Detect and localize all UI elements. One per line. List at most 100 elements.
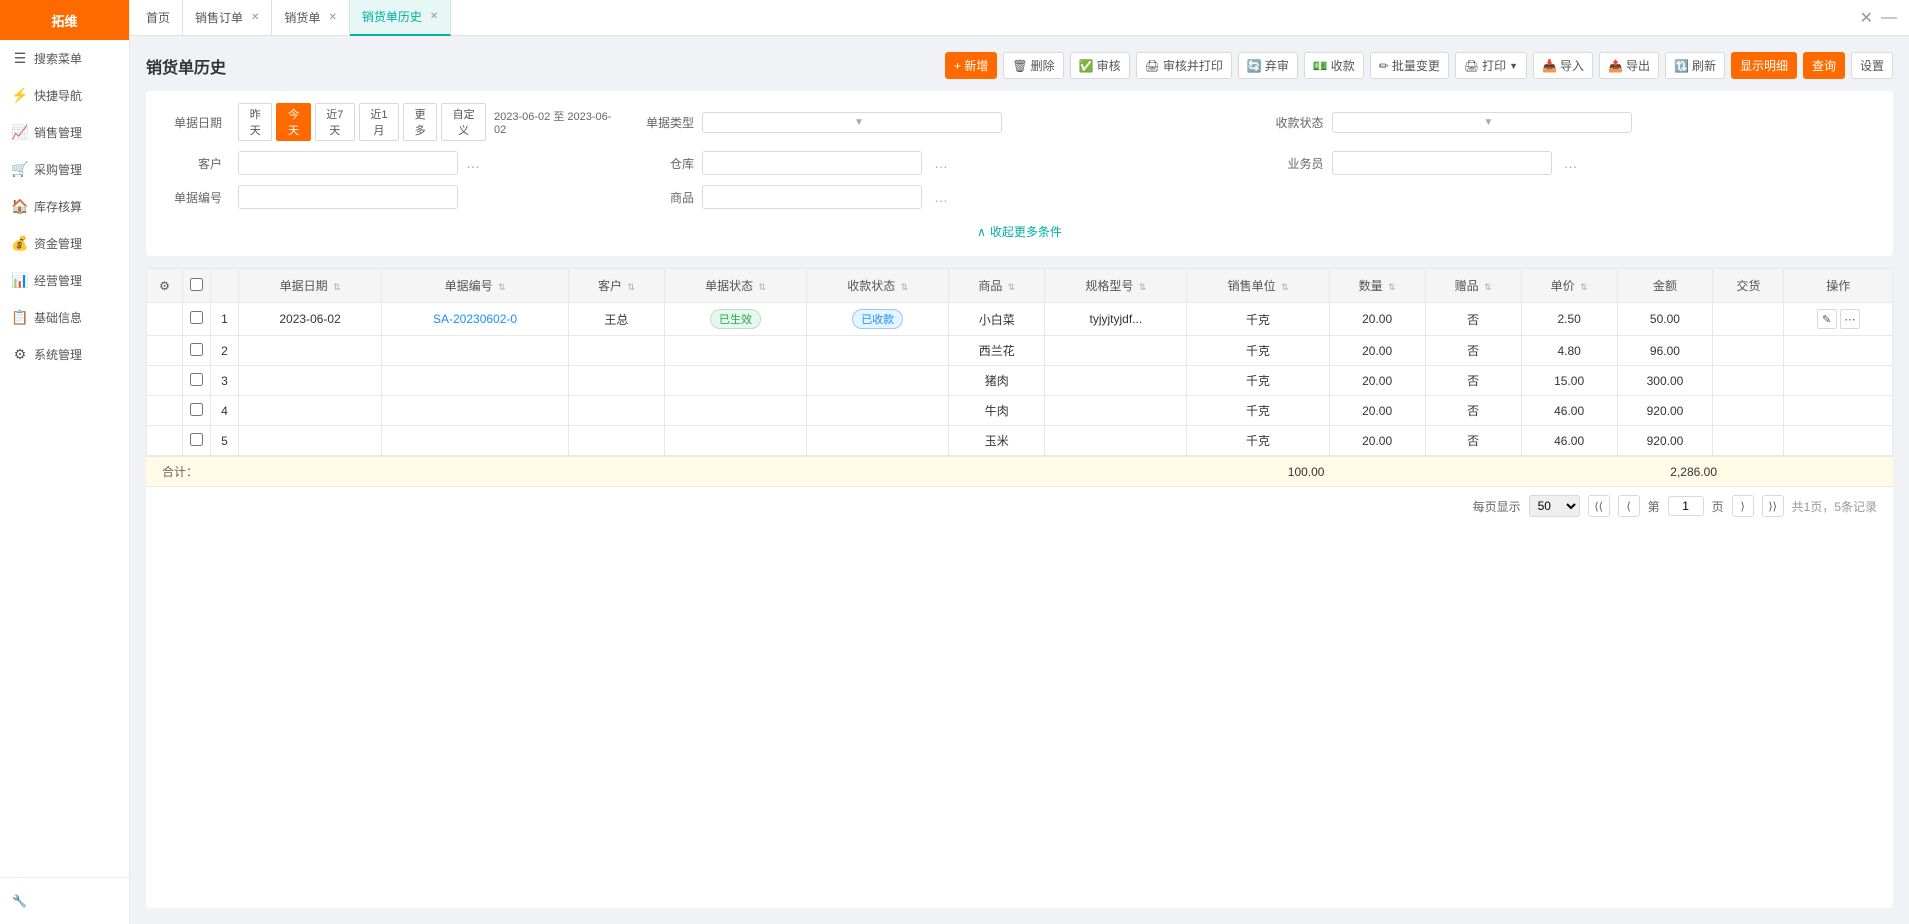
goods-picker-icon[interactable]: … — [930, 189, 952, 205]
sidebar-item-purchase-mgmt[interactable]: 🛒 采购管理 — [0, 151, 129, 188]
import-button[interactable]: 📥 导入 — [1533, 52, 1593, 79]
sidebar-item-search-menu[interactable]: ☰ 搜索菜单 — [0, 40, 129, 77]
col-customer[interactable]: 客户 ⇅ — [568, 269, 664, 303]
prev-page-btn[interactable]: ⟨ — [1618, 495, 1640, 517]
row-checkbox[interactable] — [190, 373, 203, 386]
table-scroll[interactable]: ⚙ 单据日期 ⇅ 单据编号 ⇅ 客户 ⇅ 单据状态 ⇅ 收款状态 ⇅ 商品 ⇅ — [146, 268, 1893, 456]
cell-doc-status — [664, 426, 806, 456]
tab-home-label: 首页 — [146, 9, 170, 26]
customer-picker-icon[interactable]: … — [462, 155, 484, 171]
sidebar-item-finance[interactable]: 💰 资金管理 — [0, 225, 129, 262]
cell-checkbox — [183, 336, 211, 366]
show-details-button[interactable]: 显示明细 — [1731, 52, 1797, 79]
tab-home[interactable]: 首页 — [134, 0, 183, 36]
export-button[interactable]: 📤 导出 — [1599, 52, 1659, 79]
col-doc-status[interactable]: 单据状态 ⇅ — [664, 269, 806, 303]
date-btn-7days[interactable]: 近7天 — [315, 103, 355, 141]
delete-button[interactable]: 🗑 删除 — [1003, 52, 1063, 79]
row-checkbox[interactable] — [190, 403, 203, 416]
col-unit[interactable]: 销售单位 ⇅ — [1187, 269, 1329, 303]
date-btn-1month[interactable]: 近1月 — [359, 103, 399, 141]
batch-change-button[interactable]: ✏ 批量变更 — [1370, 52, 1449, 79]
cell-transaction — [1713, 396, 1784, 426]
warehouse-picker-icon[interactable]: … — [930, 155, 952, 171]
table-row: 3猪肉千克20.00否15.00300.00 — [147, 366, 1893, 396]
sidebar-item-inventory[interactable]: 🏠 库存核算 — [0, 188, 129, 225]
col-gift[interactable]: 赠品 ⇅ — [1425, 269, 1521, 303]
review-print-button[interactable]: 🖨 审核并打印 — [1136, 52, 1232, 79]
sidebar-item-sales-mgmt[interactable]: 📈 销售管理 — [0, 114, 129, 151]
cell-doc-no — [382, 426, 569, 456]
last-page-btn[interactable]: ⟩⟩ — [1762, 495, 1784, 517]
window-minimize-icon[interactable]: — — [1881, 9, 1897, 27]
per-page-select[interactable]: 50 100 200 — [1529, 495, 1580, 517]
new-button[interactable]: + 新增 — [945, 52, 997, 79]
row-checkbox[interactable] — [190, 311, 203, 324]
tab-sales-history[interactable]: 销货单历史 ✕ — [350, 0, 451, 36]
date-btn-custom[interactable]: 自定义 — [441, 103, 486, 141]
collapse-label: 收起更多条件 — [990, 223, 1062, 240]
sidebar-item-system-mgmt[interactable]: ⚙ 系统管理 — [0, 336, 129, 373]
more-action-btn[interactable]: ⋯ — [1840, 309, 1860, 329]
pagination-bar: 每页显示 50 100 200 ⟨⟨ ⟨ 第 页 ⟩ ⟩⟩ 共1页，5条记录 — [146, 486, 1893, 525]
first-page-btn[interactable]: ⟨⟨ — [1588, 495, 1610, 517]
cell-amount: 920.00 — [1617, 426, 1713, 456]
col-settings[interactable]: ⚙ — [147, 269, 183, 303]
goods-label: 商品 — [634, 189, 694, 206]
col-quantity[interactable]: 数量 ⇅ — [1329, 269, 1425, 303]
page-info: 第 — [1648, 498, 1660, 515]
col-goods[interactable]: 商品 ⇅ — [949, 269, 1045, 303]
sidebar-item-operations[interactable]: 📊 经营管理 — [0, 262, 129, 299]
goods-input[interactable] — [702, 185, 922, 209]
query-button[interactable]: 查询 — [1803, 52, 1845, 79]
spec-sort-icon: ⇅ — [1139, 282, 1147, 292]
page-number-input[interactable] — [1668, 496, 1704, 516]
filter-row-3: 单据编号 商品 … — [162, 185, 1877, 209]
doc-no-input[interactable] — [238, 185, 458, 209]
tab-sales-order-close[interactable]: ✕ — [251, 12, 259, 23]
next-page-btn[interactable]: ⟩ — [1732, 495, 1754, 517]
select-all-checkbox[interactable] — [190, 278, 203, 291]
row-checkbox[interactable] — [190, 343, 203, 356]
collapse-button[interactable]: ∧ 收起更多条件 — [162, 219, 1877, 244]
col-doc-no[interactable]: 单据编号 ⇅ — [382, 269, 569, 303]
cell-gift: 否 — [1425, 396, 1521, 426]
date-btn-more[interactable]: 更多 — [403, 103, 437, 141]
cell-doc-status — [664, 366, 806, 396]
cell-unit-price: 4.80 — [1521, 336, 1617, 366]
tab-sales-order[interactable]: 销售订单 ✕ — [183, 0, 272, 36]
collect-status-select[interactable]: ▼ — [1332, 112, 1632, 133]
tab-sales-goods[interactable]: 销货单 ✕ — [272, 0, 349, 36]
print-button[interactable]: 🖨 打印 ▼ — [1455, 52, 1527, 79]
sidebar-item-basic-info[interactable]: 📋 基础信息 — [0, 299, 129, 336]
warehouse-input[interactable] — [702, 151, 922, 175]
tab-sales-history-close[interactable]: ✕ — [430, 11, 438, 22]
sidebar-settings-btn[interactable]: 🔧 — [0, 886, 129, 916]
date-btn-yesterday[interactable]: 昨天 — [238, 103, 272, 141]
cell-customer: 王总 — [568, 303, 664, 336]
edit-action-btn[interactable]: ✎ — [1817, 309, 1837, 329]
sidebar-item-label: 基础信息 — [34, 309, 82, 326]
cell-settings — [147, 366, 183, 396]
col-doc-date[interactable]: 单据日期 ⇅ — [239, 269, 382, 303]
customer-input[interactable] — [238, 151, 458, 175]
settings-btn[interactable]: 设置 — [1851, 52, 1893, 79]
row-checkbox[interactable] — [190, 433, 203, 446]
collect-status-sort-icon: ⇅ — [901, 282, 909, 292]
doc-type-select[interactable]: ▼ — [702, 112, 1002, 133]
tab-sales-goods-close[interactable]: ✕ — [328, 12, 336, 23]
collect-button[interactable]: 💵 收款 — [1304, 52, 1364, 79]
window-close-icon[interactable]: ✕ — [1860, 8, 1873, 28]
refresh-button[interactable]: 🔃 刷新 — [1665, 52, 1725, 79]
salesperson-input[interactable] — [1332, 151, 1552, 175]
review-button[interactable]: ✅ 审核 — [1070, 52, 1130, 79]
salesperson-picker-icon[interactable]: … — [1560, 155, 1582, 171]
col-spec[interactable]: 规格型号 ⇅ — [1045, 269, 1187, 303]
col-unit-price[interactable]: 单价 ⇅ — [1521, 269, 1617, 303]
table-settings-icon[interactable]: ⚙ — [159, 279, 170, 293]
date-btn-today[interactable]: 今天 — [276, 103, 310, 141]
col-collect-status[interactable]: 收款状态 ⇅ — [807, 269, 949, 303]
abandon-button[interactable]: 🔄 弃审 — [1238, 52, 1298, 79]
doc-no-link[interactable]: SA-20230602-0 — [433, 312, 517, 326]
sidebar-item-quick-nav[interactable]: ⚡ 快捷导航 — [0, 77, 129, 114]
